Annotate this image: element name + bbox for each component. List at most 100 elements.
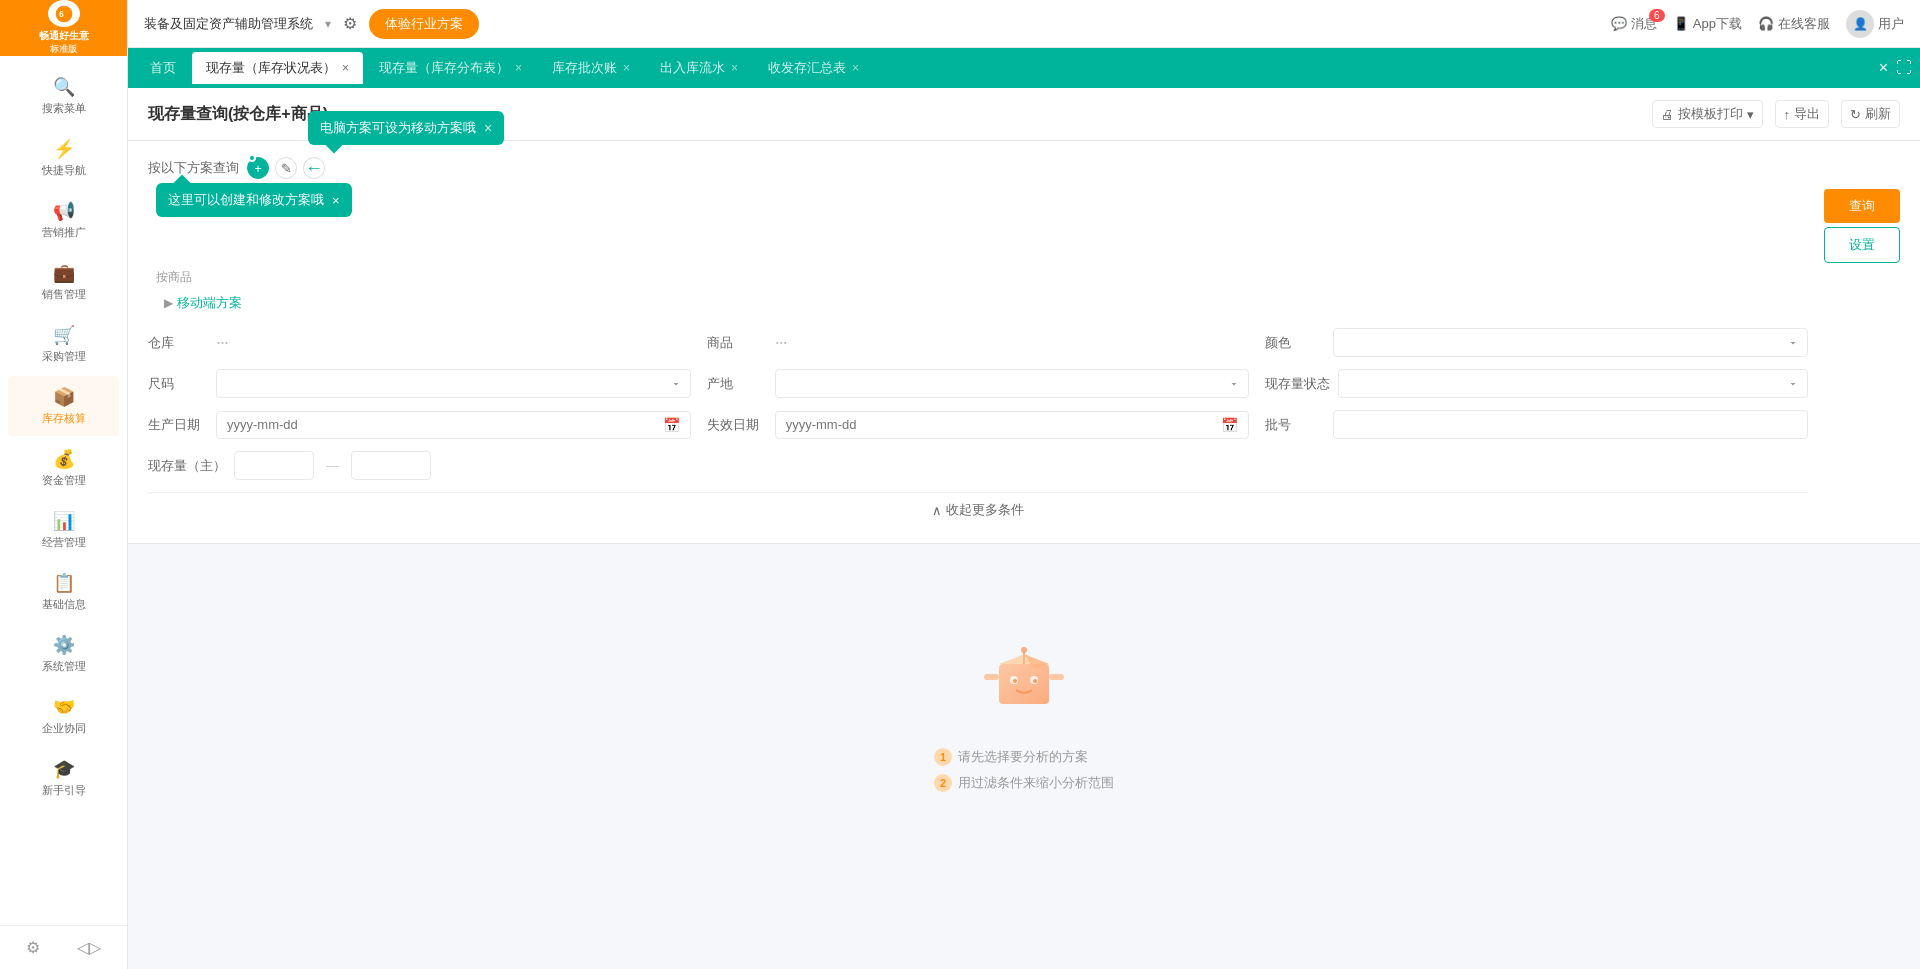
arrow-scheme-btn[interactable]: ←	[303, 157, 325, 179]
app-download-btn[interactable]: 📱 App下载	[1673, 15, 1742, 33]
calendar-icon-1: 📅	[663, 417, 680, 433]
svg-rect-2	[999, 664, 1049, 704]
tab-stock-status[interactable]: 现存量（库存状况表） ×	[192, 52, 363, 84]
filter-batch: 批号	[1265, 410, 1808, 439]
refresh-btn[interactable]: ↻ 刷新	[1841, 100, 1900, 128]
svg-rect-11	[984, 674, 999, 680]
batch-input[interactable]	[1333, 410, 1808, 439]
stock-status-label: 现存量状态	[1265, 375, 1330, 393]
tip-item-2: 2 用过滤条件来缩小分析范围	[934, 770, 1114, 796]
set-button[interactable]: 设置	[1824, 227, 1900, 263]
sidebar-item-sales[interactable]: 💼 销售管理	[8, 252, 119, 312]
color-label: 颜色	[1265, 334, 1325, 352]
stock-status-select[interactable]	[1338, 369, 1808, 398]
messages-btn[interactable]: 💬 消息 6	[1611, 15, 1657, 33]
origin-select[interactable]	[775, 369, 1250, 398]
tab-close-all-btn[interactable]: ×	[1879, 59, 1888, 77]
user-area[interactable]: 👤 用户	[1846, 10, 1904, 38]
close-tooltip1-btn[interactable]: ×	[484, 120, 492, 136]
tab-fullscreen-btn[interactable]: ⛶	[1896, 59, 1912, 77]
export-icon: ↑	[1784, 107, 1791, 122]
sidebar-item-guide[interactable]: 🎓 新手引导	[8, 748, 119, 808]
color-select[interactable]	[1333, 328, 1808, 357]
print-icon: 🖨	[1661, 107, 1674, 122]
filter-row-2: 尺码 产地 现存量状态	[148, 369, 1808, 398]
warehouse-dots: ···	[216, 332, 228, 353]
sidebar-item-management[interactable]: 📊 经营管理	[8, 500, 119, 560]
sidebar-item-inventory[interactable]: 📦 库存核算	[8, 376, 119, 436]
production-date-input[interactable]	[227, 417, 659, 432]
collapse-sidebar-btn[interactable]: ◁▷	[77, 938, 101, 957]
guide-icon: 🎓	[53, 758, 75, 780]
scheme-mobile-item[interactable]: ▶ 移动端方案	[164, 290, 1808, 316]
sidebar-item-cooperation[interactable]: 🤝 企业协同	[8, 686, 119, 746]
filter-row-3: 生产日期 📅 失效日期 📅	[148, 410, 1808, 439]
sub-scheme-label: 按商品	[156, 269, 1808, 286]
sidebar-item-system[interactable]: ⚙️ 系统管理	[8, 624, 119, 684]
expiry-date-input[interactable]	[786, 417, 1218, 432]
logo-text: 畅通好生意	[39, 29, 89, 43]
trial-button[interactable]: 体验行业方案	[369, 9, 479, 39]
sidebar-nav: 🔍 搜索菜单 ⚡ 快捷导航 📢 营销推广 💼 销售管理 🛒 采购管理 📦 库存核…	[0, 56, 127, 925]
online-service-btn[interactable]: 🎧 在线客服	[1758, 15, 1830, 33]
scheme-pc-item[interactable]: ▶ 电脑端方案	[164, 193, 1808, 219]
sidebar-item-marketing[interactable]: 📢 营销推广	[8, 190, 119, 250]
empty-state: 1 请先选择要分析的方案 2 用过滤条件来缩小分析范围	[128, 544, 1920, 876]
stock-main-input-end[interactable]	[351, 451, 431, 480]
cooperation-icon: 🤝	[53, 696, 75, 718]
close-tab-inout[interactable]: ×	[731, 61, 738, 75]
tab-stock-status-label: 现存量（库存状况表）	[206, 59, 336, 77]
print-btn[interactable]: 🖨 按模板打印 ▾	[1652, 100, 1763, 128]
sidebar-item-quick[interactable]: ⚡ 快捷导航	[8, 128, 119, 188]
query-button[interactable]: 查询	[1824, 189, 1900, 223]
expiry-date-input-wrapper[interactable]: 📅	[775, 411, 1250, 439]
print-label: 按模板打印	[1678, 105, 1743, 123]
tip-item-1: 1 请先选择要分析的方案	[934, 744, 1114, 770]
export-btn[interactable]: ↑ 导出	[1775, 100, 1830, 128]
edit-scheme-btn[interactable]: ✎	[275, 157, 297, 179]
close-tab-stock-dist[interactable]: ×	[515, 61, 522, 75]
sales-icon: 💼	[53, 262, 75, 284]
tip-text-2: 用过滤条件来缩小分析范围	[958, 770, 1114, 796]
close-tab-summary[interactable]: ×	[852, 61, 859, 75]
expiry-date-label: 失效日期	[707, 416, 767, 434]
settings-footer-btn[interactable]: ⚙	[26, 938, 40, 957]
sidebar-item-purchase[interactable]: 🛒 采购管理	[8, 314, 119, 374]
sidebar-item-label: 企业协同	[42, 721, 86, 736]
arrow-left-icon: ←	[305, 158, 323, 179]
close-tooltip2-btn[interactable]: ×	[332, 193, 340, 208]
app-download-icon: 📱	[1673, 16, 1689, 31]
search-icon: 🔍	[53, 76, 75, 98]
tab-summary[interactable]: 收发存汇总表 ×	[754, 52, 873, 84]
add-scheme-btn[interactable]: +	[247, 157, 269, 179]
tab-inout-flow[interactable]: 出入库流水 ×	[646, 52, 752, 84]
tab-stock-dist-label: 现存量（库存分布表）	[379, 59, 509, 77]
finance-icon: 💰	[53, 448, 75, 470]
stock-main-input[interactable]	[234, 451, 314, 480]
production-date-input-wrapper[interactable]: 📅	[216, 411, 691, 439]
svg-point-8	[1033, 679, 1037, 683]
tab-stock-dist[interactable]: 现存量（库存分布表） ×	[365, 52, 536, 84]
close-tab-stock-status[interactable]: ×	[342, 61, 349, 75]
tab-batch-account[interactable]: 库存批次账 ×	[538, 52, 644, 84]
scheme-tree: ▶ 电脑端方案 这里可以创建和修改方案哦 × 按商品 ▶ 移动端方案	[148, 193, 1808, 316]
warehouse-label: 仓库	[148, 334, 208, 352]
size-select[interactable]	[216, 369, 691, 398]
gear-icon[interactable]: ⚙	[343, 14, 357, 33]
purchase-icon: 🛒	[53, 324, 75, 346]
sidebar-item-label: 搜索菜单	[42, 101, 86, 116]
sidebar-item-finance[interactable]: 💰 资金管理	[8, 438, 119, 498]
sidebar-item-search[interactable]: 🔍 搜索菜单	[8, 66, 119, 126]
tooltip-scheme-mobile: 电脑方案可设为移动方案哦 ×	[308, 111, 504, 145]
product-dots: ···	[775, 332, 787, 353]
close-tab-batch[interactable]: ×	[623, 61, 630, 75]
tooltip-create-scheme: 这里可以创建和修改方案哦 ×	[156, 183, 352, 217]
system-dropdown-icon[interactable]: ▾	[325, 17, 331, 31]
filter-stock-status: 现存量状态	[1265, 369, 1808, 398]
collapse-filter-btn[interactable]: ∧ 收起更多条件	[148, 492, 1808, 527]
sidebar-item-basic[interactable]: 📋 基础信息	[8, 562, 119, 622]
user-avatar: 👤	[1846, 10, 1874, 38]
refresh-label: 刷新	[1865, 105, 1891, 123]
filter-product: 商品 ···	[707, 328, 1250, 357]
tab-home[interactable]: 首页	[136, 52, 190, 84]
